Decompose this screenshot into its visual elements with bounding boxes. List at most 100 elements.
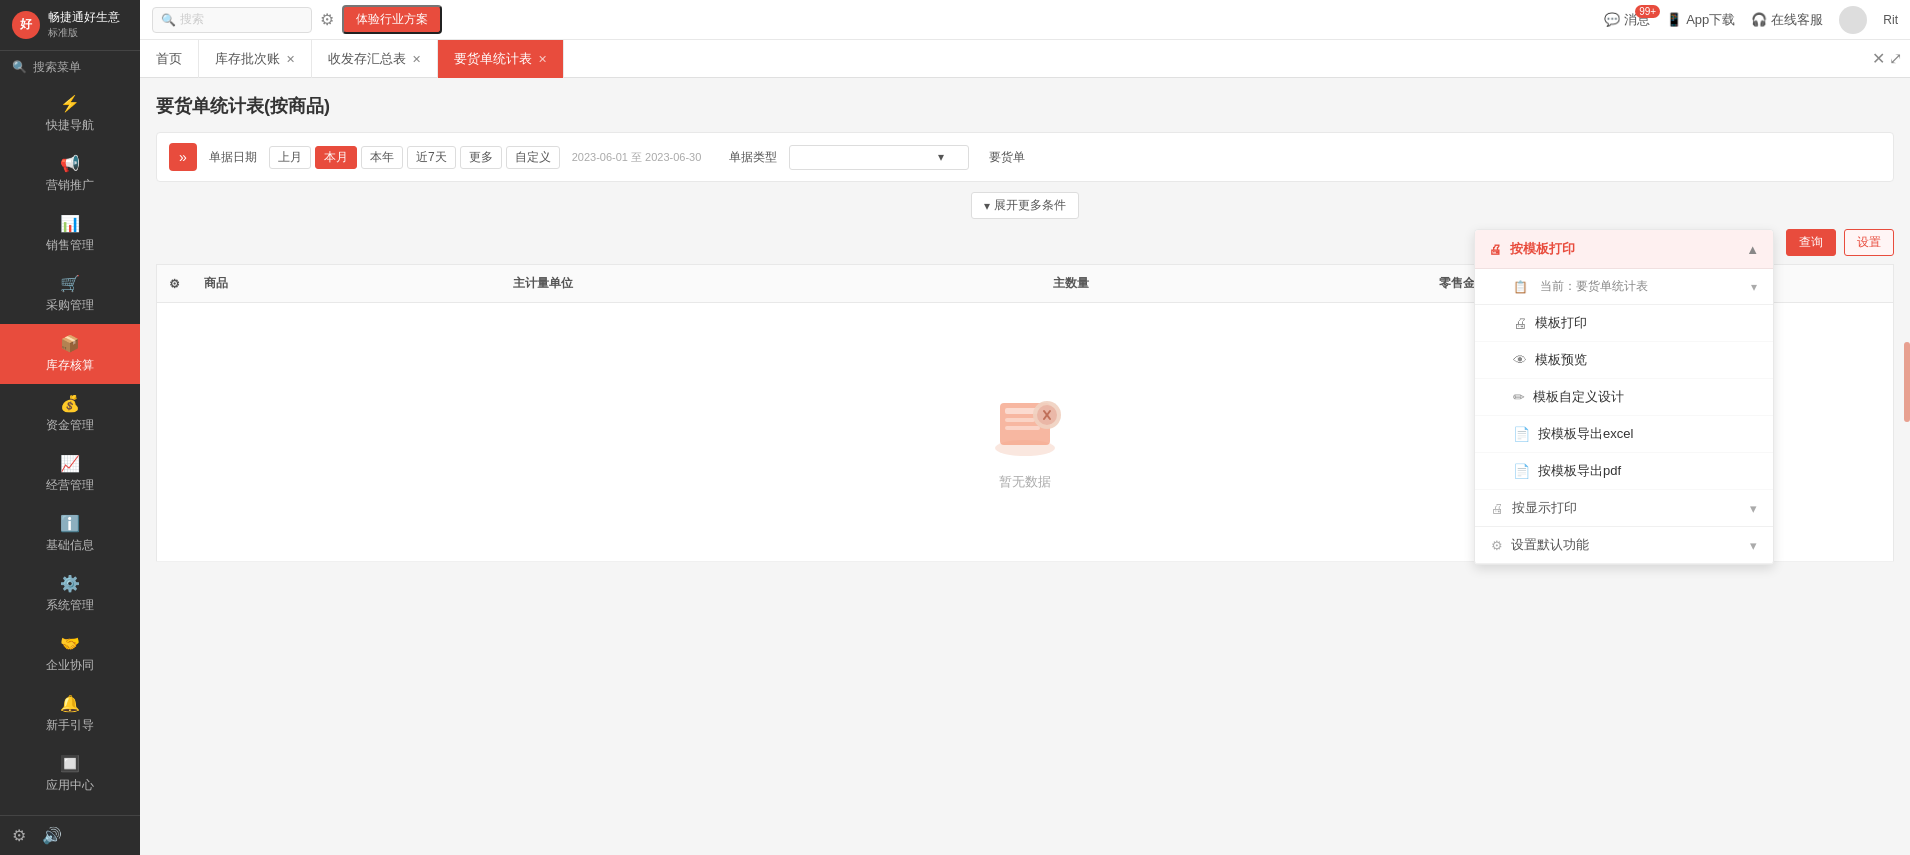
topbar: 🔍 搜索 ⚙ 体验行业方案 💬 消息 99+ 📱 App下载 🎧 在线客服 Ri… bbox=[140, 0, 1910, 40]
system-icon: ⚙️ bbox=[60, 574, 80, 593]
filter-bar: » 单据日期 上月 本月 本年 近7天 更多 自定义 2023-06-01 至 … bbox=[156, 132, 1894, 182]
app-name: 畅捷通好生意 bbox=[48, 10, 120, 26]
template-design-icon: ✏ bbox=[1513, 389, 1525, 405]
dropdown-item-template-design[interactable]: ✏ 模板自定义设计 bbox=[1475, 379, 1773, 416]
tab-close-all-icon[interactable]: ✕ bbox=[1872, 49, 1885, 68]
order-status-label: 要货单 bbox=[989, 149, 1025, 166]
topbar-search[interactable]: 🔍 搜索 bbox=[152, 7, 312, 33]
sidebar-item-label: 库存核算 bbox=[46, 357, 94, 374]
sound-footer-icon[interactable]: 🔊 bbox=[42, 826, 62, 845]
page-title: 要货单统计表(按商品) bbox=[156, 94, 1894, 118]
default-settings-arrow: ▾ bbox=[1750, 538, 1757, 553]
app-download-btn[interactable]: 📱 App下载 bbox=[1666, 11, 1735, 29]
settings-footer-icon[interactable]: ⚙ bbox=[12, 826, 26, 845]
topbar-gear-icon[interactable]: ⚙ bbox=[320, 10, 334, 29]
settings-btn[interactable]: 设置 bbox=[1844, 229, 1894, 256]
dropdown-title-area: 🖨 按模板打印 bbox=[1489, 240, 1575, 258]
dropdown-print-icon: 🖨 bbox=[1489, 242, 1502, 257]
template-preview-icon: 👁 bbox=[1513, 352, 1527, 368]
dropdown-collapse-btn[interactable]: ▲ bbox=[1746, 242, 1759, 257]
sidebar-item-purchase[interactable]: 🛒 采购管理 bbox=[0, 264, 140, 324]
tabs-right-controls: ✕ ⤢ bbox=[1872, 49, 1910, 68]
date-btn-last-month[interactable]: 上月 bbox=[269, 146, 311, 169]
sidebar-item-marketing[interactable]: 📢 营销推广 bbox=[0, 144, 140, 204]
dropdown-current-template[interactable]: 📋 当前：要货单统计表 ▾ bbox=[1475, 269, 1773, 305]
sidebar-item-inventory[interactable]: 📦 库存核算 bbox=[0, 324, 140, 384]
tab-close-order-stats[interactable]: ✕ bbox=[538, 40, 547, 78]
dropdown-item-template-preview[interactable]: 👁 模板预览 bbox=[1475, 342, 1773, 379]
sidebar-item-label: 经营管理 bbox=[46, 477, 94, 494]
logo-icon: 好 bbox=[12, 11, 40, 39]
sidebar-nav: ⚡ 快捷导航 📢 营销推广 📊 销售管理 🛒 采购管理 📦 库存核算 💰 资金管… bbox=[0, 84, 140, 815]
message-badge: 99+ bbox=[1635, 5, 1660, 18]
sidebar-item-guide[interactable]: 🔔 新手引导 bbox=[0, 684, 140, 744]
operation-icon: 📈 bbox=[60, 454, 80, 473]
basic-icon: ℹ️ bbox=[60, 514, 80, 533]
sidebar-item-finance[interactable]: 💰 资金管理 bbox=[0, 384, 140, 444]
scrollbar-indicator[interactable] bbox=[1904, 342, 1910, 422]
user-avatar bbox=[1839, 6, 1867, 34]
sidebar-item-corp[interactable]: 🤝 企业协同 bbox=[0, 624, 140, 684]
apps-icon: 🔲 bbox=[60, 754, 80, 773]
date-btn-7days[interactable]: 近7天 bbox=[407, 146, 456, 169]
sidebar-item-label: 营销推广 bbox=[46, 177, 94, 194]
tab-batch-accounts[interactable]: 库存批次账 ✕ bbox=[199, 40, 312, 78]
sidebar-item-apps[interactable]: 🔲 应用中心 bbox=[0, 744, 140, 804]
date-range-display: 2023-06-01 至 2023-06-30 bbox=[572, 150, 702, 165]
date-btn-custom[interactable]: 自定义 bbox=[506, 146, 560, 169]
service-label: 在线客服 bbox=[1771, 11, 1823, 29]
sidebar-item-label: 销售管理 bbox=[46, 237, 94, 254]
dropdown-item-template-pdf[interactable]: 📄 按模板导出pdf bbox=[1475, 453, 1773, 490]
sales-icon: 📊 bbox=[60, 214, 80, 233]
table-settings-icon[interactable]: ⚙ bbox=[169, 277, 180, 291]
tab-expand-icon[interactable]: ⤢ bbox=[1889, 49, 1902, 68]
dropdown-group-display-print[interactable]: 🖨 按显示打印 ▾ bbox=[1475, 490, 1773, 527]
date-btn-more[interactable]: 更多 bbox=[460, 146, 502, 169]
search-icon: 🔍 bbox=[12, 60, 27, 74]
filter-expand-btn[interactable]: » bbox=[169, 143, 197, 171]
customer-service-btn[interactable]: 🎧 在线客服 bbox=[1751, 11, 1823, 29]
tab-order-stats[interactable]: 要货单统计表 ✕ bbox=[438, 40, 564, 78]
main-content: 要货单统计表(按商品) » 单据日期 上月 本月 本年 近7天 更多 自定义 2… bbox=[140, 78, 1910, 855]
empty-text: 暂无数据 bbox=[999, 473, 1051, 491]
wechat-icon: 💬 bbox=[60, 814, 80, 815]
display-print-arrow: ▾ bbox=[1750, 501, 1757, 516]
sidebar-search[interactable]: 🔍 搜索菜单 bbox=[0, 51, 140, 84]
template-print-icon: 🖨 bbox=[1513, 315, 1527, 331]
query-btn[interactable]: 查询 bbox=[1786, 229, 1836, 256]
tab-home[interactable]: 首页 bbox=[140, 40, 199, 78]
sidebar-item-operation[interactable]: 📈 经营管理 bbox=[0, 444, 140, 504]
expand-more-btn[interactable]: ▾ 展开更多条件 bbox=[971, 192, 1079, 219]
topbar-search-placeholder: 搜索 bbox=[180, 11, 204, 28]
tab-close-receipts-summary[interactable]: ✕ bbox=[412, 40, 421, 78]
sidebar-item-label: 应用中心 bbox=[46, 777, 94, 794]
col-unit: 主计量单位 bbox=[501, 265, 1041, 303]
dropdown-item-template-excel[interactable]: 📄 按模板导出excel bbox=[1475, 416, 1773, 453]
quick-nav-icon: ⚡ bbox=[60, 94, 80, 113]
date-btn-this-month[interactable]: 本月 bbox=[315, 146, 357, 169]
tab-receipts-summary[interactable]: 收发存汇总表 ✕ bbox=[312, 40, 438, 78]
topbar-right: 💬 消息 99+ 📱 App下载 🎧 在线客服 Rit bbox=[1604, 6, 1898, 34]
dropdown-group-default-settings[interactable]: ⚙ 设置默认功能 ▾ bbox=[1475, 527, 1773, 564]
topbar-search-icon: 🔍 bbox=[161, 13, 176, 27]
purchase-icon: 🛒 bbox=[60, 274, 80, 293]
sidebar-item-system[interactable]: ⚙️ 系统管理 bbox=[0, 564, 140, 624]
print-dropdown-panel: 🖨 按模板打印 ▲ 📋 当前：要货单统计表 ▾ 🖨 模板打印 👁 模板预览 bbox=[1474, 229, 1774, 565]
col-qty: 主数量 bbox=[1041, 265, 1427, 303]
type-filter-select[interactable]: ▾ bbox=[789, 145, 969, 170]
message-btn[interactable]: 💬 消息 99+ bbox=[1604, 11, 1650, 29]
trial-btn[interactable]: 体验行业方案 bbox=[342, 5, 442, 34]
message-icon: 💬 bbox=[1604, 12, 1620, 27]
template-excel-icon: 📄 bbox=[1513, 426, 1530, 442]
sidebar-item-basic[interactable]: ℹ️ 基础信息 bbox=[0, 504, 140, 564]
app-version: 标准版 bbox=[48, 26, 120, 40]
sidebar-item-label: 采购管理 bbox=[46, 297, 94, 314]
sidebar-item-wechat[interactable]: 💬 企业微信 bbox=[0, 804, 140, 815]
sidebar-item-quick-nav[interactable]: ⚡ 快捷导航 bbox=[0, 84, 140, 144]
dropdown-current-icon: 📋 bbox=[1513, 280, 1528, 294]
expand-more-row: ▾ 展开更多条件 bbox=[156, 192, 1894, 219]
sidebar-item-sales[interactable]: 📊 销售管理 bbox=[0, 204, 140, 264]
tab-close-batch-accounts[interactable]: ✕ bbox=[286, 40, 295, 78]
dropdown-item-template-print[interactable]: 🖨 模板打印 bbox=[1475, 305, 1773, 342]
date-btn-this-year[interactable]: 本年 bbox=[361, 146, 403, 169]
